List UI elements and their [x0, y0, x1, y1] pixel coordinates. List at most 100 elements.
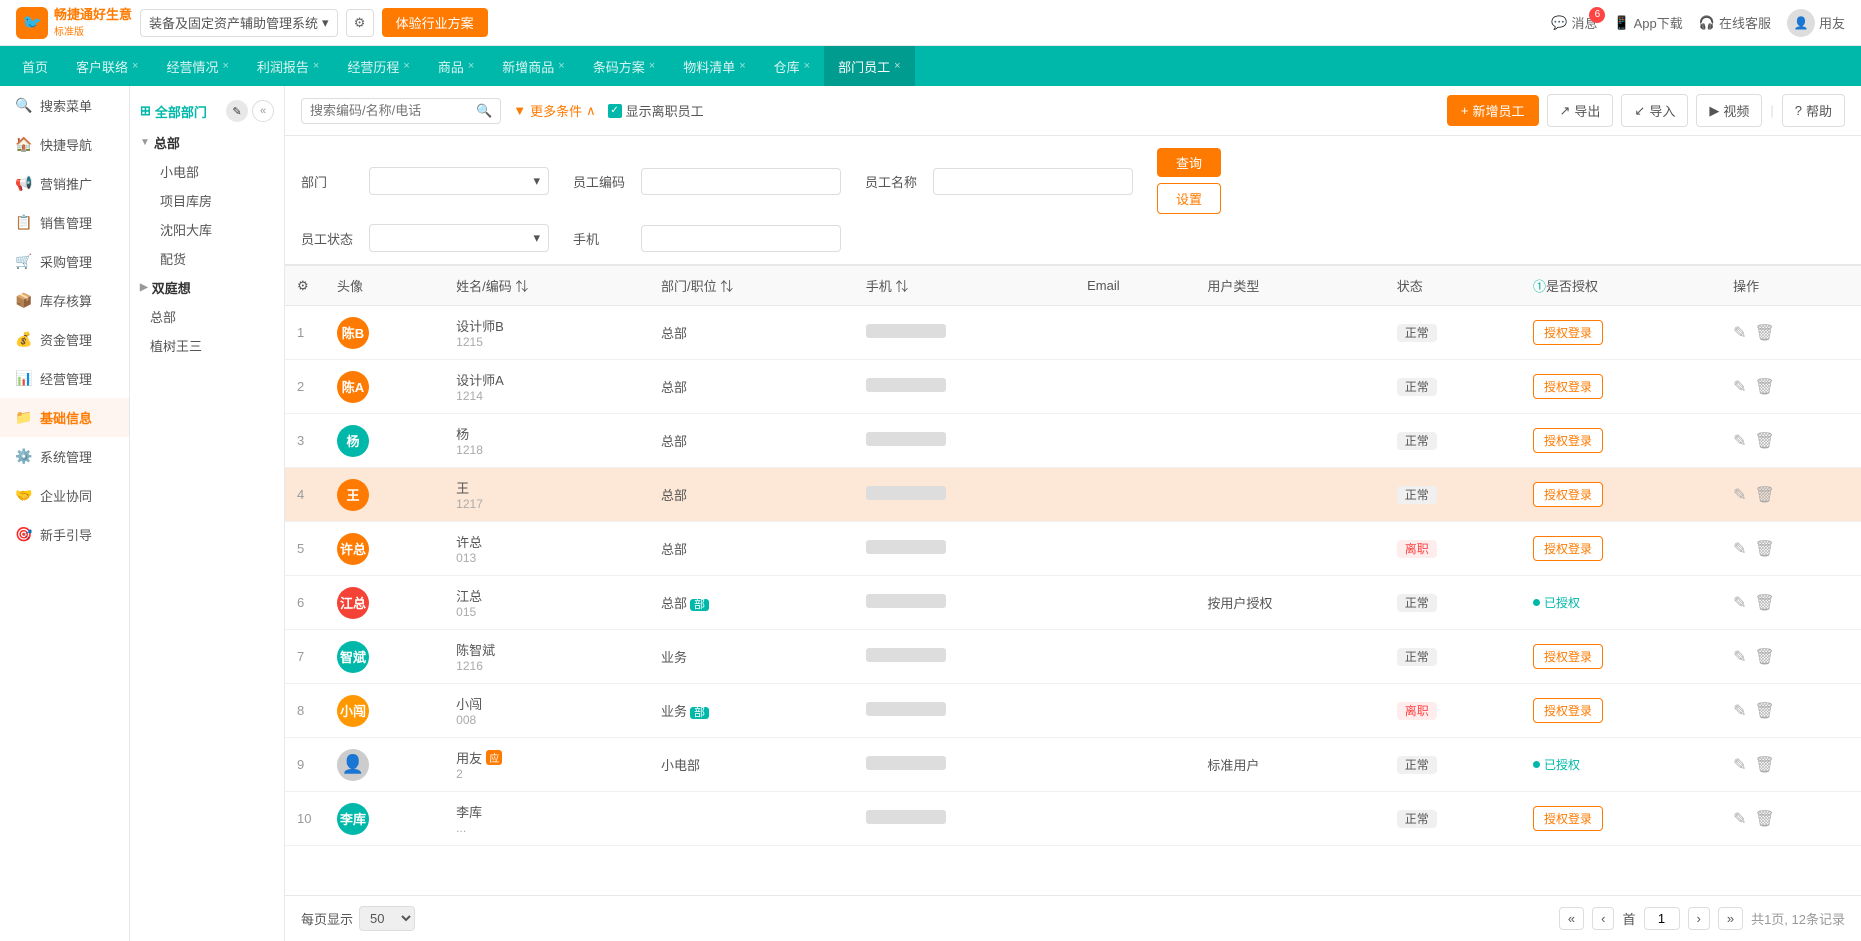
edit-icon[interactable]: ✎: [1733, 323, 1746, 343]
tab-dept-employee[interactable]: 部门员工 ×: [824, 46, 914, 86]
col-settings[interactable]: ⚙: [285, 266, 325, 306]
close-icon[interactable]: ×: [222, 60, 228, 72]
sidebar-item-search[interactable]: 🔍 搜索菜单: [0, 86, 129, 125]
sidebar-item-basic[interactable]: 📁 基础信息: [0, 398, 129, 437]
edit-icon[interactable]: ✎: [1733, 377, 1746, 397]
dept-item-zhishu[interactable]: 植树王三: [130, 331, 284, 360]
edit-icon[interactable]: ✎: [1733, 701, 1746, 721]
close-icon[interactable]: ×: [403, 60, 409, 72]
sys-title[interactable]: 装备及固定资产辅助管理系统 ▾: [140, 9, 338, 37]
last-page-button[interactable]: »: [1718, 907, 1743, 930]
delete-icon[interactable]: 🗑: [1755, 431, 1775, 451]
dept-item-project[interactable]: 项目库房: [140, 186, 284, 215]
sidebar-item-purchase[interactable]: 🛒 采购管理: [0, 242, 129, 281]
auth-button[interactable]: 授权登录: [1533, 428, 1603, 453]
delete-icon[interactable]: 🗑: [1755, 539, 1775, 559]
delete-icon[interactable]: 🗑: [1755, 647, 1775, 667]
dept-collapse-button[interactable]: «: [252, 100, 274, 122]
sidebar-item-operation[interactable]: 📊 经营管理: [0, 359, 129, 398]
tab-new-goods[interactable]: 新增商品 ×: [488, 46, 578, 86]
help-button[interactable]: ? 帮助: [1782, 94, 1845, 127]
sidebar-item-guide[interactable]: 🎯 新手引导: [0, 515, 129, 554]
search-input[interactable]: [310, 103, 470, 118]
dept-item-peihuo[interactable]: 配货: [140, 244, 284, 273]
tab-customer[interactable]: 客户联络 ×: [62, 46, 152, 86]
tab-warehouse[interactable]: 仓库 ×: [760, 46, 824, 86]
set-button[interactable]: 设置: [1157, 183, 1221, 214]
sidebar-item-inventory[interactable]: 📦 库存核算: [0, 281, 129, 320]
emp-name-input[interactable]: [933, 168, 1133, 195]
auth-button[interactable]: 授权登录: [1533, 320, 1603, 345]
page-size-select[interactable]: 50 100: [359, 906, 415, 931]
dept-all-label[interactable]: ⊞ 全部部门: [140, 102, 207, 121]
tab-profit[interactable]: 利润报告 ×: [243, 46, 333, 86]
delete-icon[interactable]: 🗑: [1755, 485, 1775, 505]
dept-group-zongbu[interactable]: ▼ 总部: [130, 128, 284, 157]
message-button[interactable]: 💬 消息 6: [1551, 13, 1597, 32]
close-icon[interactable]: ×: [804, 60, 810, 72]
col-name-code[interactable]: 姓名/编码 ⇅: [444, 266, 649, 306]
delete-icon[interactable]: 🗑: [1755, 809, 1775, 829]
edit-icon[interactable]: ✎: [1733, 647, 1746, 667]
edit-icon[interactable]: ✎: [1733, 593, 1746, 613]
prev-page-button[interactable]: ‹: [1592, 907, 1614, 930]
video-button[interactable]: ▶ 视频: [1696, 94, 1762, 127]
auth-button[interactable]: 授权登录: [1533, 374, 1603, 399]
query-button[interactable]: 查询: [1157, 148, 1221, 177]
close-icon[interactable]: ×: [313, 60, 319, 72]
edit-icon[interactable]: ✎: [1733, 755, 1746, 775]
auth-button[interactable]: 授权登录: [1533, 644, 1603, 669]
export-button[interactable]: ↗ 导出: [1547, 94, 1614, 127]
delete-icon[interactable]: 🗑: [1755, 593, 1775, 613]
emp-code-input[interactable]: [641, 168, 841, 195]
next-page-button[interactable]: ›: [1688, 907, 1710, 930]
dept-group-shuangtingxiang[interactable]: ▶ 双庭想: [130, 273, 284, 302]
auth-button[interactable]: 授权登录: [1533, 536, 1603, 561]
delete-icon[interactable]: 🗑: [1755, 377, 1775, 397]
delete-icon[interactable]: 🗑: [1755, 701, 1775, 721]
sidebar-item-marketing[interactable]: 📢 营销推广: [0, 164, 129, 203]
col-phone[interactable]: 手机 ⇅: [854, 266, 1075, 306]
tab-bom[interactable]: 物料清单 ×: [669, 46, 759, 86]
edit-icon[interactable]: ✎: [1733, 485, 1746, 505]
tab-operation[interactable]: 经营情况 ×: [152, 46, 242, 86]
auth-button[interactable]: 授权登录: [1533, 698, 1603, 723]
add-employee-button[interactable]: + 新增员工: [1447, 95, 1539, 126]
tab-barcode[interactable]: 条码方案 ×: [579, 46, 669, 86]
col-dept-pos[interactable]: 部门/职位 ⇅: [649, 266, 854, 306]
tab-home[interactable]: 首页: [8, 46, 62, 86]
edit-icon[interactable]: ✎: [1733, 431, 1746, 451]
close-icon[interactable]: ×: [132, 60, 138, 72]
online-service-button[interactable]: 🎧 在线客服: [1699, 13, 1771, 32]
trial-button[interactable]: 体验行业方案: [382, 8, 488, 37]
phone-input[interactable]: [641, 225, 841, 252]
sidebar-item-sales[interactable]: 📋 销售管理: [0, 203, 129, 242]
dept-item-zongbu2[interactable]: 总部: [130, 302, 284, 331]
show-resigned-toggle[interactable]: ✓ 显示离职员工: [608, 101, 704, 120]
sidebar-item-nav[interactable]: 🏠 快捷导航: [0, 125, 129, 164]
close-icon[interactable]: ×: [558, 60, 564, 72]
import-button[interactable]: ↙ 导入: [1621, 94, 1688, 127]
edit-icon[interactable]: ✎: [1733, 539, 1746, 559]
first-page-button[interactable]: «: [1559, 907, 1584, 930]
tab-history[interactable]: 经营历程 ×: [333, 46, 423, 86]
dept-edit-button[interactable]: ✎: [226, 100, 248, 122]
gear-button[interactable]: ⚙: [346, 9, 374, 37]
sidebar-item-collab[interactable]: 🤝 企业协同: [0, 476, 129, 515]
sidebar-item-finance[interactable]: 💰 资金管理: [0, 320, 129, 359]
auth-button[interactable]: 授权登录: [1533, 806, 1603, 831]
user-avatar[interactable]: 👤 用友: [1787, 9, 1845, 37]
close-icon[interactable]: ×: [468, 60, 474, 72]
dept-filter-select[interactable]: ▾: [369, 167, 549, 195]
edit-icon[interactable]: ✎: [1733, 809, 1746, 829]
close-icon[interactable]: ×: [739, 60, 745, 72]
dept-item-shenyang[interactable]: 沈阳大库: [140, 215, 284, 244]
sidebar-item-system[interactable]: ⚙️ 系统管理: [0, 437, 129, 476]
tab-goods[interactable]: 商品 ×: [424, 46, 488, 86]
more-filter-button[interactable]: ▼ 更多条件 ∧: [513, 101, 595, 120]
search-input-wrap[interactable]: 🔍: [301, 98, 501, 124]
page-input[interactable]: [1644, 907, 1680, 930]
app-download-button[interactable]: 📱 App下载: [1613, 13, 1682, 32]
delete-icon[interactable]: 🗑: [1755, 323, 1775, 343]
close-icon[interactable]: ×: [894, 60, 900, 72]
